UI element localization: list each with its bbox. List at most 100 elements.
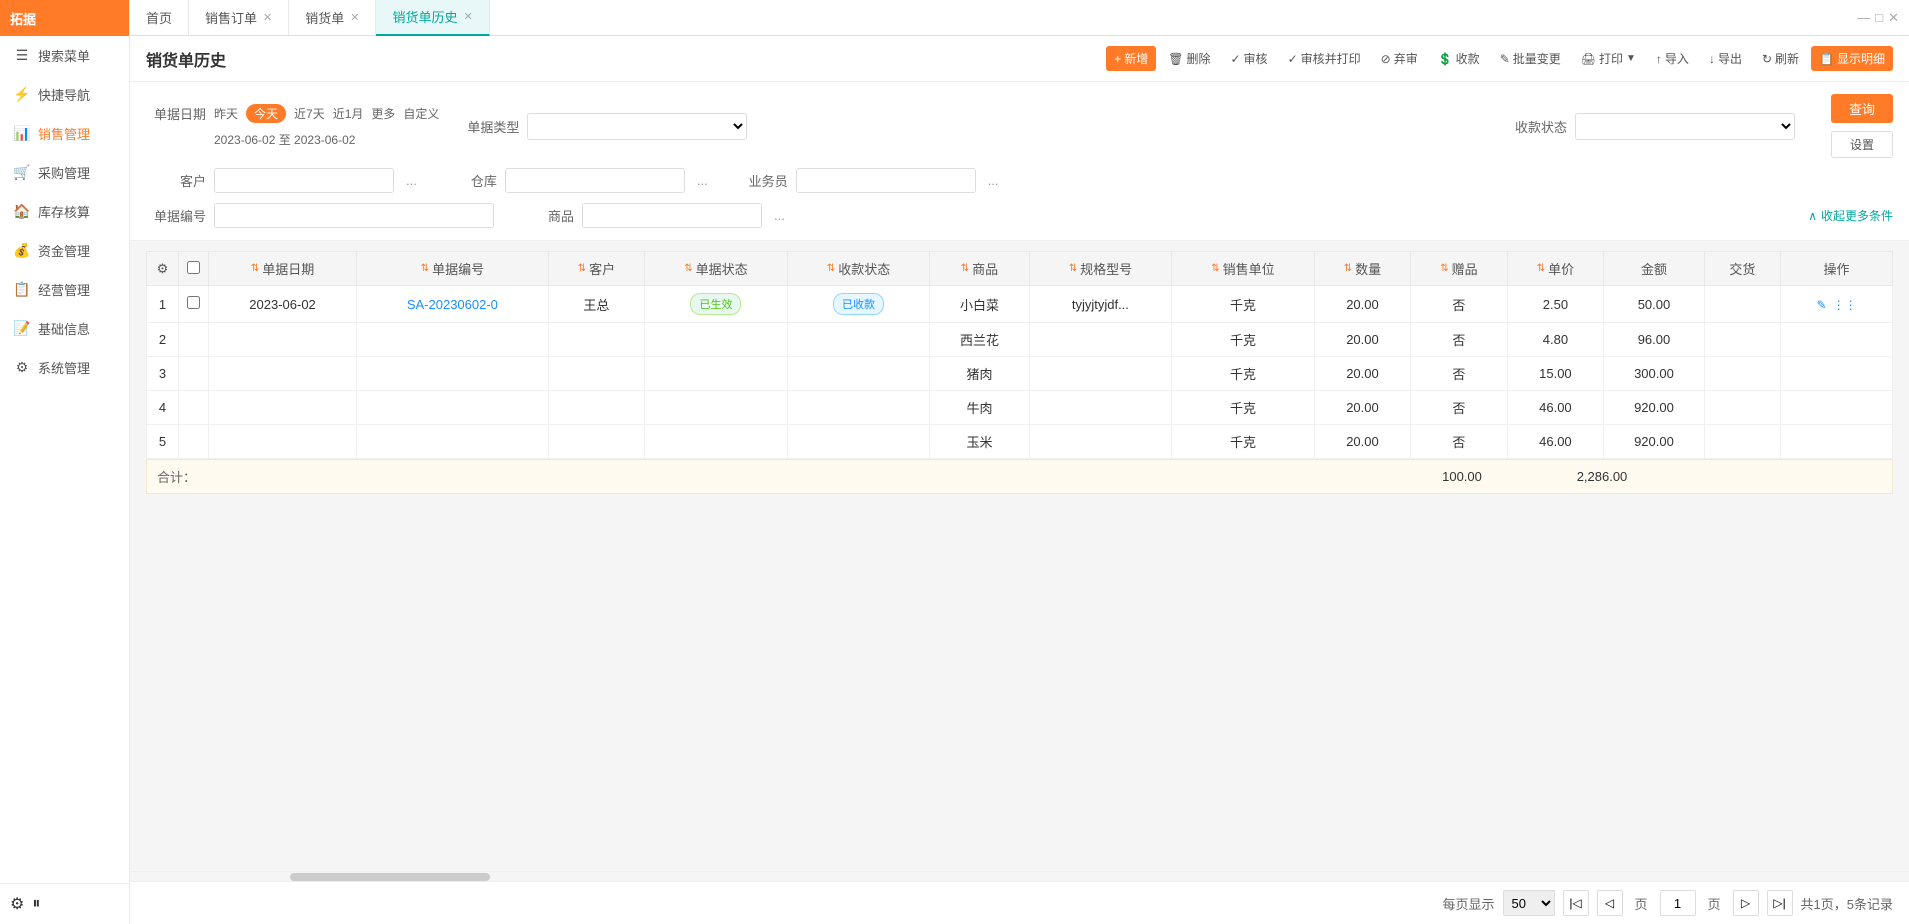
- collect-button[interactable]: 💲 收款: [1430, 46, 1488, 71]
- print-button[interactable]: 🖨 打印 ▼: [1573, 46, 1644, 71]
- tabs-minimize-icon[interactable]: —: [1857, 10, 1870, 25]
- cell-price: 2.50: [1507, 286, 1603, 323]
- shortcut-7days[interactable]: 近7天: [294, 105, 325, 122]
- page-last-button[interactable]: ▷|: [1767, 890, 1793, 916]
- shortcut-today[interactable]: 今天: [246, 104, 286, 123]
- col-date[interactable]: ⇅单据日期: [209, 252, 357, 286]
- app-logo: 拓据: [0, 0, 129, 36]
- payment-status-select[interactable]: [1575, 113, 1795, 140]
- sidebar-item-system[interactable]: ⚙ 系统管理: [0, 348, 129, 387]
- cell-row-num: 2: [147, 323, 179, 357]
- page-first-button[interactable]: |◁: [1563, 890, 1589, 916]
- goods-input[interactable]: [582, 203, 762, 228]
- edit-action[interactable]: ✎: [1817, 298, 1827, 312]
- refresh-button[interactable]: ↻ 刷新: [1754, 46, 1807, 71]
- col-docno[interactable]: ⇅单据编号: [357, 252, 549, 286]
- horizontal-scrollbar[interactable]: [130, 871, 1909, 881]
- sidebar-item-purchase-mgmt[interactable]: 🛒 采购管理: [0, 153, 129, 192]
- collapse-button[interactable]: ∧ 收起更多条件: [1808, 207, 1893, 224]
- sidebar-pause-icon[interactable]: ⏸: [32, 895, 40, 913]
- sidebar-item-inventory[interactable]: 🏠 库存核算: [0, 192, 129, 231]
- page-title: 销货单历史: [146, 47, 226, 71]
- cell-spec: tyjyjtyjdf...: [1029, 286, 1172, 323]
- docno-input[interactable]: [214, 203, 494, 228]
- tabs-maximize-icon[interactable]: □: [1875, 10, 1883, 25]
- goods-label: 商品: [514, 206, 574, 225]
- shortcut-yesterday[interactable]: 昨天: [214, 105, 238, 122]
- col-price[interactable]: ⇅单价: [1507, 252, 1603, 286]
- customer-dots[interactable]: ...: [406, 173, 417, 188]
- doc-no-link[interactable]: SA-20230602-0: [407, 297, 498, 312]
- audit-button[interactable]: ✓ 审核: [1222, 46, 1275, 71]
- import-button[interactable]: ↑ 导入: [1648, 46, 1697, 71]
- tab-sales-history[interactable]: 销货单历史 ✕: [376, 0, 489, 36]
- page-next-button[interactable]: ▷: [1733, 890, 1759, 916]
- col-checkbox: [179, 252, 209, 286]
- query-section: 查询 设置: [1831, 94, 1893, 158]
- show-detail-button[interactable]: 📋 显示明细: [1811, 46, 1893, 71]
- sidebar-item-finance[interactable]: 💰 资金管理: [0, 231, 129, 270]
- sidebar-item-basic-info[interactable]: 📝 基础信息: [0, 309, 129, 348]
- salesperson-dots[interactable]: ...: [988, 173, 999, 188]
- table-area: ⚙ ⇅单据日期 ⇅单据编号 ⇅客户 ⇅单据状态 ⇅收款状态 ⇅商品 ⇅规格型号 …: [130, 241, 1909, 871]
- shortcut-custom[interactable]: 自定义: [403, 105, 439, 122]
- filter-warehouse-block: 仓库 ...: [437, 168, 708, 193]
- col-unit[interactable]: ⇅销售单位: [1172, 252, 1315, 286]
- sidebar-item-operation[interactable]: 📋 经营管理: [0, 270, 129, 309]
- doc-type-label: 单据类型: [459, 117, 519, 136]
- sidebar-item-search-menu[interactable]: ☰ 搜索菜单: [0, 36, 129, 75]
- warehouse-dots[interactable]: ...: [697, 173, 708, 188]
- delete-button[interactable]: 🗑 删除: [1160, 46, 1218, 71]
- col-settings[interactable]: ⚙: [147, 252, 179, 286]
- tab-sales-delivery-close[interactable]: ✕: [350, 11, 359, 24]
- salesperson-input[interactable]: [796, 168, 976, 193]
- tab-sales-delivery-label: 销货单: [305, 8, 344, 27]
- sales-mgmt-icon: 📊: [14, 126, 30, 142]
- tabs-close-icon[interactable]: ✕: [1888, 10, 1899, 26]
- scrollbar-thumb[interactable]: [290, 873, 490, 881]
- sidebar-item-sales-mgmt[interactable]: 📊 销售管理: [0, 114, 129, 153]
- page-number-input[interactable]: [1660, 890, 1696, 916]
- cell-gift: 否: [1411, 286, 1507, 323]
- audit-print-button[interactable]: ✓ 审核并打印: [1280, 46, 1369, 71]
- table-row: 1 2023-06-02 SA-20230602-0 王总 已生效 已收款 小白…: [147, 286, 1893, 323]
- more-action[interactable]: ⋮⋮: [1833, 298, 1857, 312]
- sidebar-gear-icon[interactable]: ⚙: [10, 894, 24, 914]
- tab-sales-order[interactable]: 销售订单 ✕: [189, 0, 289, 36]
- customer-input[interactable]: [214, 168, 394, 193]
- col-goods[interactable]: ⇅商品: [930, 252, 1029, 286]
- per-page-select[interactable]: 50 100 200: [1503, 890, 1555, 916]
- col-payment-status[interactable]: ⇅收款状态: [787, 252, 930, 286]
- set-button[interactable]: 设置: [1831, 131, 1893, 158]
- sidebar-item-label: 经营管理: [38, 280, 90, 299]
- cell-goods: 猪肉: [930, 357, 1029, 391]
- tab-sales-history-close[interactable]: ✕: [464, 10, 473, 23]
- row-checkbox[interactable]: [187, 296, 200, 309]
- abandon-button[interactable]: ⊘ 弃审: [1373, 46, 1426, 71]
- export-button[interactable]: ↓ 导出: [1701, 46, 1750, 71]
- page-prev-button[interactable]: ◁: [1597, 890, 1623, 916]
- filter-payment-block: 收款状态: [1507, 113, 1795, 140]
- goods-dots[interactable]: ...: [774, 208, 785, 223]
- cell-row-num: 5: [147, 425, 179, 459]
- warehouse-input[interactable]: [505, 168, 685, 193]
- finance-icon: 💰: [14, 243, 30, 259]
- batch-change-button[interactable]: ✎ 批量变更: [1492, 46, 1569, 71]
- col-qty[interactable]: ⇅数量: [1314, 252, 1410, 286]
- select-all-checkbox[interactable]: [187, 261, 200, 274]
- col-doc-status[interactable]: ⇅单据状态: [645, 252, 788, 286]
- sidebar-item-label: 快捷导航: [38, 85, 90, 104]
- col-gift[interactable]: ⇅赠品: [1411, 252, 1507, 286]
- doc-type-select[interactable]: [527, 113, 747, 140]
- col-customer[interactable]: ⇅客户: [548, 252, 644, 286]
- query-button[interactable]: 查询: [1831, 94, 1893, 123]
- sidebar-item-quick-nav[interactable]: ⚡ 快捷导航: [0, 75, 129, 114]
- tab-sales-delivery[interactable]: 销货单 ✕: [289, 0, 376, 36]
- shortcut-more[interactable]: 更多: [371, 105, 395, 122]
- tab-home[interactable]: 首页: [130, 0, 189, 36]
- col-spec[interactable]: ⇅规格型号: [1029, 252, 1172, 286]
- new-button[interactable]: + 新增: [1106, 46, 1156, 71]
- tab-sales-order-close[interactable]: ✕: [263, 11, 272, 24]
- shortcut-1month[interactable]: 近1月: [333, 105, 364, 122]
- cell-amount: 300.00: [1604, 357, 1705, 391]
